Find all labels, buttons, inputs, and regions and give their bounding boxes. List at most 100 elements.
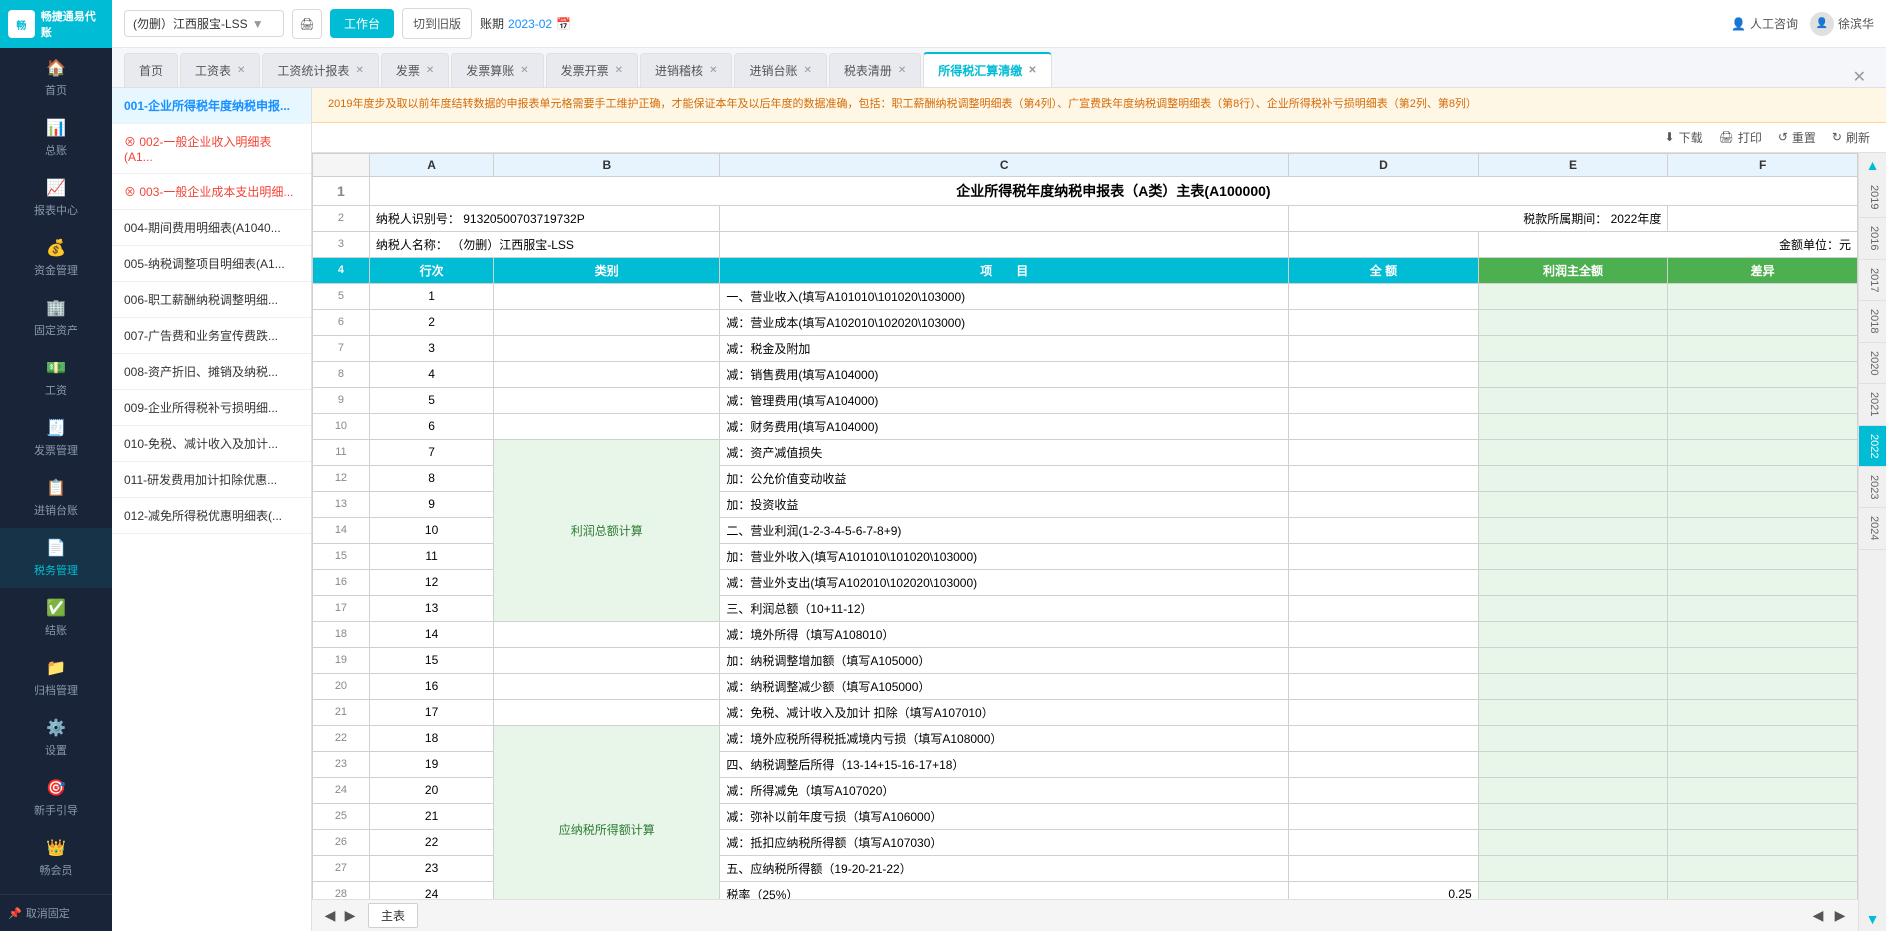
ai-consult-btn[interactable]: 👤 人工咨询 [1731,15,1798,32]
sheet-prev-arrow[interactable]: ◀ [320,906,340,926]
year-item-2016[interactable]: 2016 [1859,218,1886,259]
row-number: 4 [313,257,370,283]
salary-icon: 💵 [46,358,66,378]
app-logo: 畅 畅捷通易代账 [0,0,112,48]
year-item-2020[interactable]: 2020 [1859,343,1886,384]
sidebar-item-archive[interactable]: 📁 归档管理 [0,648,112,708]
year-item-2018[interactable]: 2018 [1859,301,1886,342]
tab-income-tax[interactable]: 所得税汇算清缴 ✕ [923,52,1051,87]
tab-close-icon[interactable]: ✕ [709,66,717,76]
tab-invoice-calc[interactable]: 发票算账 ✕ [451,53,543,87]
tab-salary[interactable]: 工资表 ✕ [180,53,260,87]
col-a-header: A [369,153,493,176]
col-header-cat: 类别 [494,257,720,283]
sidebar-item-report[interactable]: 📈 报表中心 [0,168,112,228]
tab-close-icon[interactable]: ✕ [520,66,528,76]
sidebar: 畅 畅捷通易代账 🏠 首页 📊 总账 📈 报表中心 💰 资金管理 🏢 固定资产 … [0,0,112,931]
year-item-2023[interactable]: 2023 [1859,467,1886,508]
table-row: 19 15 加：纳税调整增加额（填写A105000） [313,647,1858,673]
table-row: 18 14 减：境外所得（填写A108010） [313,621,1858,647]
col-c-header: C [720,153,1289,176]
refresh-button[interactable]: ↻ 刷新 [1832,129,1870,146]
year-item-2022[interactable]: 2022 [1859,426,1886,467]
print-button[interactable]: 🖨 打印 [1719,129,1762,146]
list-item-003[interactable]: 003-一般企业成本支出明细... [112,174,311,210]
sidebar-item-closing[interactable]: ✅ 结账 [0,588,112,648]
cancel-fixed-btn[interactable]: 📌 取消固定 [0,894,112,931]
tab-close-icon[interactable]: ✕ [898,66,906,76]
scroll-left-arrow[interactable]: ◀ [1808,906,1828,926]
tab-close-icon[interactable]: ✕ [355,66,363,76]
sidebar-item-salary[interactable]: 💵 工资 [0,348,112,408]
tab-purchase-ledger[interactable]: 进销台账 ✕ [734,53,826,87]
sidebar-item-settings[interactable]: ⚙️ 设置 [0,708,112,768]
closing-icon: ✅ [46,598,66,618]
calendar-icon: 📅 [556,17,571,31]
purchase-icon: 📋 [46,478,66,498]
list-item-012[interactable]: 012-减免所得税优惠明细表(... [112,498,311,534]
reset-button[interactable]: ↺ 重置 [1778,129,1816,146]
spreadsheet-container[interactable]: A B C D E F [312,153,1858,899]
sidebar-item-label: 设置 [45,742,67,758]
home-icon: 🏠 [46,58,66,78]
list-item-005[interactable]: 005-纳税调整项目明细表(A1... [112,246,311,282]
year-item-2024[interactable]: 2024 [1859,508,1886,549]
sidebar-item-home[interactable]: 🏠 首页 [0,48,112,108]
main-area: (勿删）江西服宝-LSS ▼ 🖨 工作台 切到旧版 账期 2023-02 📅 👤… [112,0,1886,931]
sidebar-item-assets[interactable]: 🏢 固定资产 [0,288,112,348]
sidebar-item-capital[interactable]: 💰 资金管理 [0,228,112,288]
pin-icon: 📌 [8,907,22,920]
list-item-011[interactable]: 011-研发费用加计扣除优惠... [112,462,311,498]
company-selector[interactable]: (勿删）江西服宝-LSS ▼ [124,10,284,37]
tab-close-icon[interactable]: ✕ [237,66,245,76]
print-icon-btn[interactable]: 🖨 [292,9,322,39]
year-item-2019[interactable]: 2019 [1859,177,1886,218]
list-item-009[interactable]: 009-企业所得税补亏损明细... [112,390,311,426]
year-item-2017[interactable]: 2017 [1859,260,1886,301]
tab-invoice[interactable]: 发票 ✕ [381,53,449,87]
topbar-right: 👤 人工咨询 👤 徐滨华 [1731,12,1874,36]
table-row: 8 4 减：销售费用(填写A104000) [313,361,1858,387]
sidebar-item-label: 首页 [45,82,67,98]
customer-service-icon: 👤 [1731,17,1746,31]
sidebar-item-member[interactable]: 👑 畅会员 [0,828,112,888]
print-icon: 🖨 [1719,130,1734,144]
sidebar-item-tax[interactable]: 📄 税务管理 [0,528,112,588]
scroll-right-arrow[interactable]: ▶ [1830,906,1850,926]
year-item-2021[interactable]: 2021 [1859,384,1886,425]
tab-invoice-open[interactable]: 发票开票 ✕ [546,53,638,87]
tab-close-icon[interactable]: ✕ [426,66,434,76]
sidebar-item-ledger[interactable]: 📊 总账 [0,108,112,168]
row-number: 2 [313,205,370,231]
cut-version-button[interactable]: 切到旧版 [402,8,472,39]
sheet-next-arrow[interactable]: ▶ [340,906,360,926]
list-item-008[interactable]: 008-资产折旧、摊销及纳税... [112,354,311,390]
sidebar-item-invoice[interactable]: 🧾 发票管理 [0,408,112,468]
list-item-006[interactable]: 006-职工薪酬纳税调整明细... [112,282,311,318]
table-row: 6 2 减：营业成本(填写A102010\102020\103000) [313,309,1858,335]
right-content: 2019年度步及取以前年度结转数据的申报表单元格需要手工维护正确，才能保证本年及… [312,88,1886,931]
workbench-button[interactable]: 工作台 [330,9,394,38]
sidebar-item-purchase[interactable]: 📋 进销台账 [0,468,112,528]
row-number: 3 [313,231,370,257]
user-profile-btn[interactable]: 👤 徐滨华 [1810,12,1874,36]
download-button[interactable]: ⬇ 下载 [1665,129,1703,146]
list-item-004[interactable]: 004-期间费用明细表(A1040... [112,210,311,246]
list-item-007[interactable]: 007-广告费和业务宣传费跌... [112,318,311,354]
tab-home[interactable]: 首页 [124,53,178,87]
sidebar-item-label: 报表中心 [34,202,78,218]
tab-close-icon[interactable]: ✕ [803,66,811,76]
list-item-001[interactable]: 001-企业所得税年度纳税申报... [112,88,311,124]
tab-close-icon[interactable]: ✕ [1028,66,1036,76]
sidebar-item-guide[interactable]: 🎯 新手引导 [0,768,112,828]
tab-close-icon[interactable]: ✕ [615,66,623,76]
year-up-arrow[interactable]: ▲ [1859,153,1886,177]
tab-purchase-check[interactable]: 进销稽核 ✕ [640,53,732,87]
year-down-arrow[interactable]: ▼ [1859,907,1886,931]
list-item-010[interactable]: 010-免税、减计收入及加计... [112,426,311,462]
tab-salary-stat[interactable]: 工资统计报表 ✕ [262,53,378,87]
list-item-002[interactable]: 002-一般企业收入明细表(A1... [112,124,311,174]
tab-tax-clear[interactable]: 税表清册 ✕ [829,53,921,87]
sheet-tab[interactable]: 主表 [368,903,418,928]
nav-close-all-btn[interactable]: ✕ [1845,67,1874,87]
